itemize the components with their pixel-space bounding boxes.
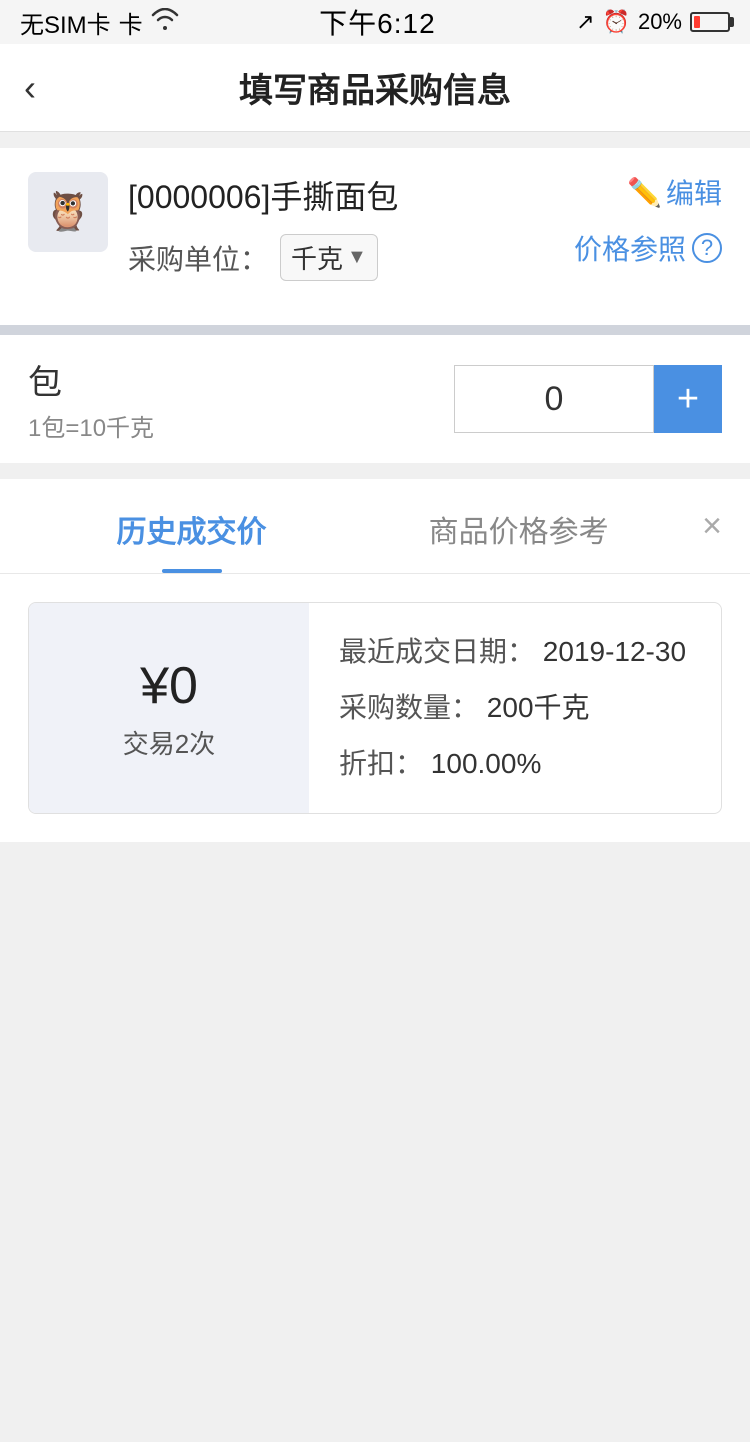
price-ref-label: 价格参照 bbox=[574, 228, 686, 268]
quantity-plus-button[interactable]: + bbox=[654, 365, 722, 433]
history-section: ¥0 交易2次 最近成交日期： 2019-12-30 采购数量： 200千克 折… bbox=[0, 574, 750, 842]
tab-close-button[interactable]: × bbox=[682, 487, 722, 566]
product-name: [0000006]手撕面包 bbox=[128, 172, 398, 218]
status-time: 下午6:12 bbox=[319, 2, 436, 42]
history-detail-qty: 采购数量： 200千克 bbox=[339, 687, 691, 729]
quantity-input[interactable]: 0 bbox=[454, 365, 654, 433]
wifi-icon bbox=[151, 8, 179, 37]
history-detail-discount: 折扣： 100.00% bbox=[339, 743, 691, 785]
product-info: [0000006]手撕面包 采购单位： 千克 ▼ bbox=[128, 172, 398, 281]
purchase-qty-value: 200千克 bbox=[487, 692, 590, 723]
unit-value: 千克 bbox=[291, 239, 343, 276]
carrier-text: 无SIM卡 bbox=[20, 5, 111, 40]
recent-date-value: 2019-12-30 bbox=[543, 636, 686, 667]
product-owl-icon: 🦉 bbox=[44, 193, 91, 231]
quantity-unit-big: 包 bbox=[28, 355, 154, 404]
purchase-unit-row: 采购单位： 千克 ▼ bbox=[128, 234, 398, 281]
status-bar: 无SIM卡 卡 下午6:12 ↗ ⏰ 20% bbox=[0, 0, 750, 44]
product-card: 🦉 [0000006]手撕面包 采购单位： 千克 ▼ ✏️ 编辑 价格参照 bbox=[0, 148, 750, 325]
edit-link[interactable]: ✏️ 编辑 bbox=[627, 172, 722, 212]
sim-icon: 卡 bbox=[119, 5, 143, 40]
unit-select[interactable]: 千克 ▼ bbox=[280, 234, 378, 281]
quantity-label: 包 1包=10千克 bbox=[28, 355, 154, 443]
history-trade-count: 交易2次 bbox=[123, 724, 215, 761]
tab-history-price[interactable]: 历史成交价 bbox=[28, 479, 355, 573]
price-ref-help-icon: ? bbox=[692, 233, 722, 263]
quantity-controls: 0 + bbox=[454, 365, 722, 433]
gray-divider bbox=[0, 325, 750, 335]
tab-product-price-ref[interactable]: 商品价格参考 bbox=[355, 479, 682, 573]
status-left: 无SIM卡 卡 bbox=[20, 5, 179, 40]
history-card: ¥0 交易2次 最近成交日期： 2019-12-30 采购数量： 200千克 折… bbox=[28, 602, 722, 814]
battery-percent: 20% bbox=[638, 9, 682, 35]
purchase-qty-label: 采购数量： bbox=[339, 692, 479, 723]
recent-date-label: 最近成交日期： bbox=[339, 636, 535, 667]
product-right: ✏️ 编辑 价格参照 ? bbox=[574, 172, 722, 268]
edit-label: 编辑 bbox=[666, 172, 722, 212]
nav-bar: ‹ 填写商品采购信息 bbox=[0, 44, 750, 132]
history-price: ¥0 bbox=[140, 656, 198, 716]
quantity-row: 包 1包=10千克 0 + bbox=[0, 335, 750, 463]
history-detail-date: 最近成交日期： 2019-12-30 bbox=[339, 631, 691, 673]
unit-select-arrow: ▼ bbox=[347, 246, 367, 269]
page-title: 填写商品采购信息 bbox=[239, 63, 511, 112]
history-card-right: 最近成交日期： 2019-12-30 采购数量： 200千克 折扣： 100.0… bbox=[309, 603, 721, 813]
product-left: 🦉 [0000006]手撕面包 采购单位： 千克 ▼ bbox=[28, 172, 398, 281]
edit-icon: ✏️ bbox=[627, 176, 662, 209]
tabs-row: 历史成交价 商品价格参考 × bbox=[0, 479, 750, 574]
status-right: ↗ ⏰ 20% bbox=[576, 9, 730, 35]
discount-label: 折扣： bbox=[339, 748, 423, 779]
bottom-panel: 历史成交价 商品价格参考 × ¥0 交易2次 最近成交日期： 2019-12-3… bbox=[0, 479, 750, 842]
quantity-unit-sub: 1包=10千克 bbox=[28, 408, 154, 443]
product-header: 🦉 [0000006]手撕面包 采购单位： 千克 ▼ ✏️ 编辑 价格参照 bbox=[28, 172, 722, 281]
alarm-icon: ⏰ bbox=[603, 9, 630, 35]
discount-value: 100.00% bbox=[431, 748, 542, 779]
product-thumbnail: 🦉 bbox=[28, 172, 108, 252]
purchase-unit-label: 采购单位： bbox=[128, 238, 268, 278]
battery-icon bbox=[690, 12, 730, 32]
page-background bbox=[0, 842, 750, 1442]
location-icon: ↗ bbox=[576, 9, 594, 35]
back-button[interactable]: ‹ bbox=[24, 67, 36, 109]
history-card-left: ¥0 交易2次 bbox=[29, 603, 309, 813]
price-ref-link[interactable]: 价格参照 ? bbox=[574, 228, 722, 268]
